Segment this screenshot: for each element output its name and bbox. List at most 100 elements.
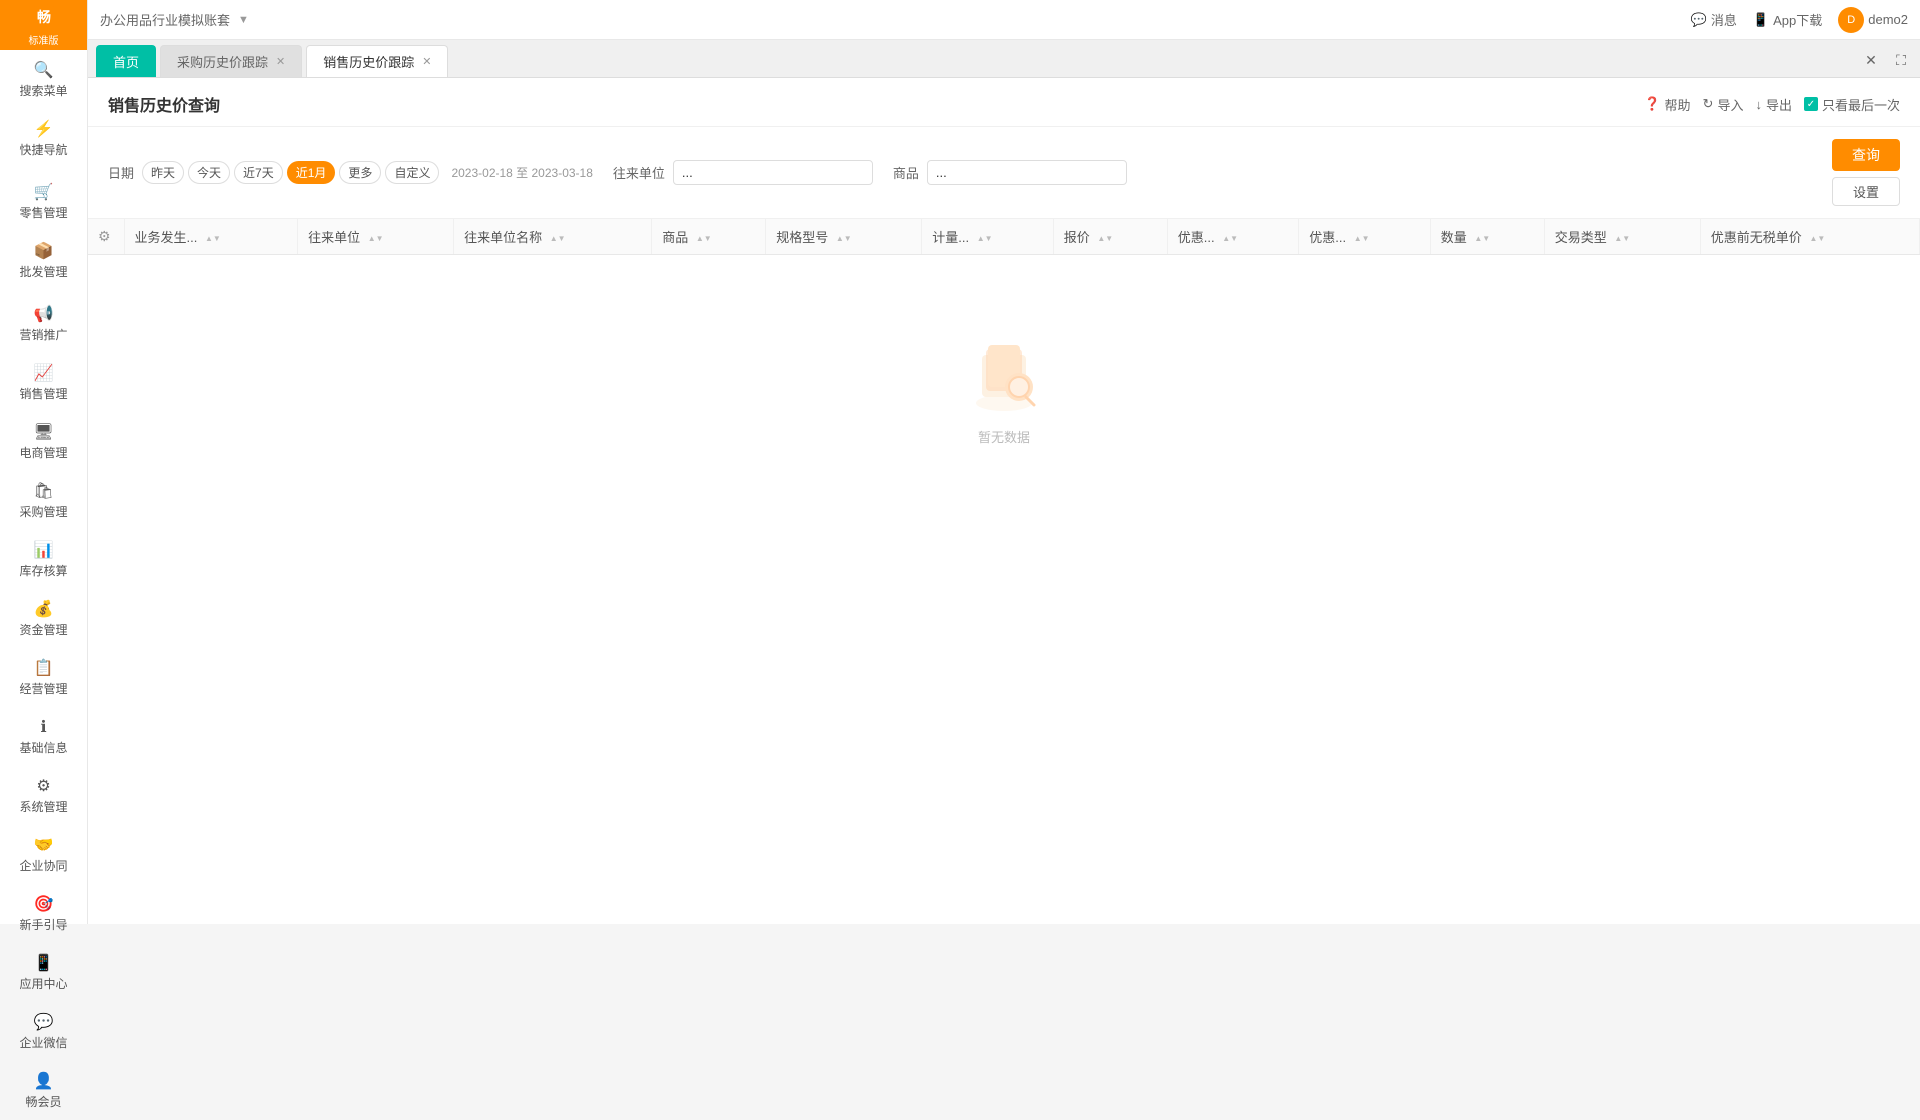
chevron-down-icon[interactable]: ▼: [238, 14, 249, 26]
sidebar-item-search-menu[interactable]: 🔍 搜索菜单: [0, 50, 87, 109]
col-discount2[interactable]: 优惠... ▲▼: [1299, 219, 1431, 255]
sidebar-item-finance-mgmt[interactable]: 💰 资金管理: [0, 589, 87, 648]
col-product[interactable]: 商品 ▲▼: [652, 219, 766, 255]
export-btn[interactable]: ↓ 导出: [1755, 95, 1792, 114]
col-partner-name[interactable]: 往来单位名称 ▲▼: [454, 219, 652, 255]
sidebar-item-label-ops-mgmt: 经营管理: [19, 680, 67, 697]
sidebar-item-label-app-center: 应用中心: [19, 975, 67, 992]
query-button[interactable]: 查询: [1832, 139, 1900, 171]
import-label: 导入: [1717, 95, 1743, 114]
sidebar: 畅 标准版 🔍 搜索菜单 ⚡ 快捷导航 🛒 零售管理 📦 批发管理 📢 营销推广…: [0, 0, 88, 924]
tab-sales-label: 销售历史价跟踪: [323, 52, 414, 71]
tab-purchase-close[interactable]: ✕: [276, 55, 285, 68]
tab-close-all-btn[interactable]: ✕: [1860, 49, 1882, 71]
sidebar-item-enterprise[interactable]: 🤝 企业协同: [0, 825, 87, 884]
sidebar-item-inventory[interactable]: 📊 库存核算: [0, 530, 87, 589]
col-partner-name-label: 往来单位名称: [464, 230, 542, 245]
user-profile[interactable]: D demo2: [1838, 7, 1908, 33]
empty-text: 暂无数据: [978, 427, 1030, 446]
date-filter-group: 日期 昨天 今天 近7天 近1月 更多 自定义 2023-02-18 至 202…: [108, 161, 593, 184]
help-btn[interactable]: ❓ 帮助: [1644, 95, 1690, 114]
col-partner-code[interactable]: 往来单位 ▲▼: [298, 219, 454, 255]
sidebar-item-quick-nav[interactable]: ⚡ 快捷导航: [0, 109, 87, 168]
col-pre-tax-price[interactable]: 优惠前无税单价 ▲▼: [1700, 219, 1919, 255]
tab-home[interactable]: 首页: [96, 45, 156, 77]
app-download-icon: 📱: [1753, 12, 1769, 28]
date-btn-custom[interactable]: 自定义: [385, 161, 439, 184]
sidebar-item-base-info[interactable]: ℹ 基础信息: [0, 707, 87, 766]
ops-mgmt-icon: 📋: [34, 658, 54, 678]
export-label: 导出: [1766, 95, 1792, 114]
tabs-bar: 首页 采购历史价跟踪 ✕ 销售历史价跟踪 ✕ ✕ ⛶: [88, 40, 1920, 78]
sidebar-item-purchase-mgmt[interactable]: 🛍 采购管理: [0, 471, 87, 530]
table-settings-icon[interactable]: ⚙: [98, 228, 111, 244]
sort-icon-pre-tax-price: ▲▼: [1809, 235, 1825, 243]
app-logo: 畅 标准版: [0, 0, 87, 50]
table-container: ⚙ 业务发生... ▲▼ 往来单位 ▲▼ 往来单位名称 ▲▼: [88, 219, 1920, 924]
sidebar-item-label-enterprise-wechat: 企业微信: [19, 1034, 67, 1051]
table-header-row: ⚙ 业务发生... ▲▼ 往来单位 ▲▼ 往来单位名称 ▲▼: [88, 219, 1920, 255]
app-download-btn[interactable]: 📱 App下载: [1753, 10, 1822, 29]
sort-icon-quote: ▲▼: [1097, 235, 1113, 243]
product-filter-group: 商品 ...: [893, 160, 1127, 185]
sort-icon-partner-code: ▲▼: [368, 235, 384, 243]
sidebar-item-sales-mgmt[interactable]: 📈 销售管理: [0, 353, 87, 412]
topbar-dropdown-label[interactable]: 办公用品行业模拟账套: [100, 10, 230, 29]
col-biz-date[interactable]: 业务发生... ▲▼: [124, 219, 298, 255]
tab-fullscreen-btn[interactable]: ⛶: [1890, 49, 1912, 71]
partner-filter-group: 往来单位 ...: [613, 160, 873, 185]
date-btn-today[interactable]: 今天: [188, 161, 230, 184]
tab-sales[interactable]: 销售历史价跟踪 ✕: [306, 45, 448, 77]
col-spec[interactable]: 规格型号 ▲▼: [766, 219, 922, 255]
sidebar-item-wholesale-mgmt[interactable]: 📦 批发管理: [0, 231, 87, 290]
col-discount1-label: 优惠...: [1178, 230, 1215, 245]
message-btn[interactable]: 💬 消息: [1691, 10, 1737, 29]
col-trade-type[interactable]: 交易类型 ▲▼: [1544, 219, 1700, 255]
col-trade-type-label: 交易类型: [1555, 230, 1607, 245]
sidebar-item-marketing[interactable]: 📢 营销推广: [0, 294, 87, 353]
sidebar-item-sys-mgmt[interactable]: ⚙ 系统管理: [0, 766, 87, 825]
date-btn-yesterday[interactable]: 昨天: [142, 161, 184, 184]
date-btn-7days[interactable]: 近7天: [234, 161, 283, 184]
col-quote-label: 报价: [1064, 230, 1090, 245]
only-last-checkbox-group[interactable]: ✓ 只看最后一次: [1804, 95, 1900, 114]
col-quote[interactable]: 报价 ▲▼: [1053, 219, 1167, 255]
sidebar-item-app-center[interactable]: 📱 应用中心: [0, 943, 87, 1002]
sidebar-item-enterprise-wechat[interactable]: 💬 企业微信: [0, 1002, 87, 1061]
date-btn-1month[interactable]: 近1月: [287, 161, 336, 184]
sidebar-item-member[interactable]: 👤 畅会员: [0, 1061, 87, 1120]
sort-icon-partner-name: ▲▼: [550, 235, 566, 243]
sort-icon-discount2: ▲▼: [1354, 235, 1370, 243]
col-discount2-label: 优惠...: [1309, 230, 1346, 245]
only-last-checkbox[interactable]: ✓: [1804, 97, 1818, 111]
user-name: demo2: [1868, 12, 1908, 27]
import-icon: ↻: [1703, 96, 1714, 112]
tab-sales-close[interactable]: ✕: [422, 55, 431, 68]
sidebar-item-label-inventory: 库存核算: [19, 562, 67, 579]
partner-input[interactable]: ...: [673, 160, 873, 185]
page-title: 销售历史价查询: [108, 92, 220, 116]
date-filter-label: 日期: [108, 163, 134, 182]
sidebar-item-label-ecommerce-mgmt: 电商管理: [19, 444, 67, 461]
import-btn[interactable]: ↻ 导入: [1703, 95, 1744, 114]
topbar-left: 办公用品行业模拟账套 ▼: [100, 10, 249, 29]
sidebar-item-ops-mgmt[interactable]: 📋 经营管理: [0, 648, 87, 707]
sidebar-item-label-sys-mgmt: 系统管理: [19, 798, 67, 815]
message-label: 消息: [1711, 10, 1737, 29]
sidebar-item-label-sales-mgmt: 销售管理: [19, 385, 67, 402]
settings-button[interactable]: 设置: [1832, 177, 1900, 206]
sidebar-item-new-guide[interactable]: 🎯 新手引导: [0, 884, 87, 943]
date-btn-more[interactable]: 更多: [339, 161, 381, 184]
col-unit[interactable]: 计量... ▲▼: [922, 219, 1054, 255]
tab-purchase[interactable]: 采购历史价跟踪 ✕: [160, 45, 302, 77]
only-last-label: 只看最后一次: [1822, 95, 1900, 114]
empty-state: 暂无数据: [88, 255, 1920, 526]
col-spec-label: 规格型号: [776, 230, 828, 245]
sidebar-item-ecommerce-mgmt[interactable]: 🖥 电商管理: [0, 412, 87, 471]
col-discount1[interactable]: 优惠... ▲▼: [1167, 219, 1299, 255]
sidebar-item-retail-mgmt[interactable]: 🛒 零售管理: [0, 172, 87, 231]
sidebar-item-label-purchase-mgmt: 采购管理: [19, 503, 67, 520]
product-input[interactable]: ...: [927, 160, 1127, 185]
sidebar-item-label-retail-mgmt: 零售管理: [19, 204, 67, 221]
col-quantity[interactable]: 数量 ▲▼: [1430, 219, 1544, 255]
